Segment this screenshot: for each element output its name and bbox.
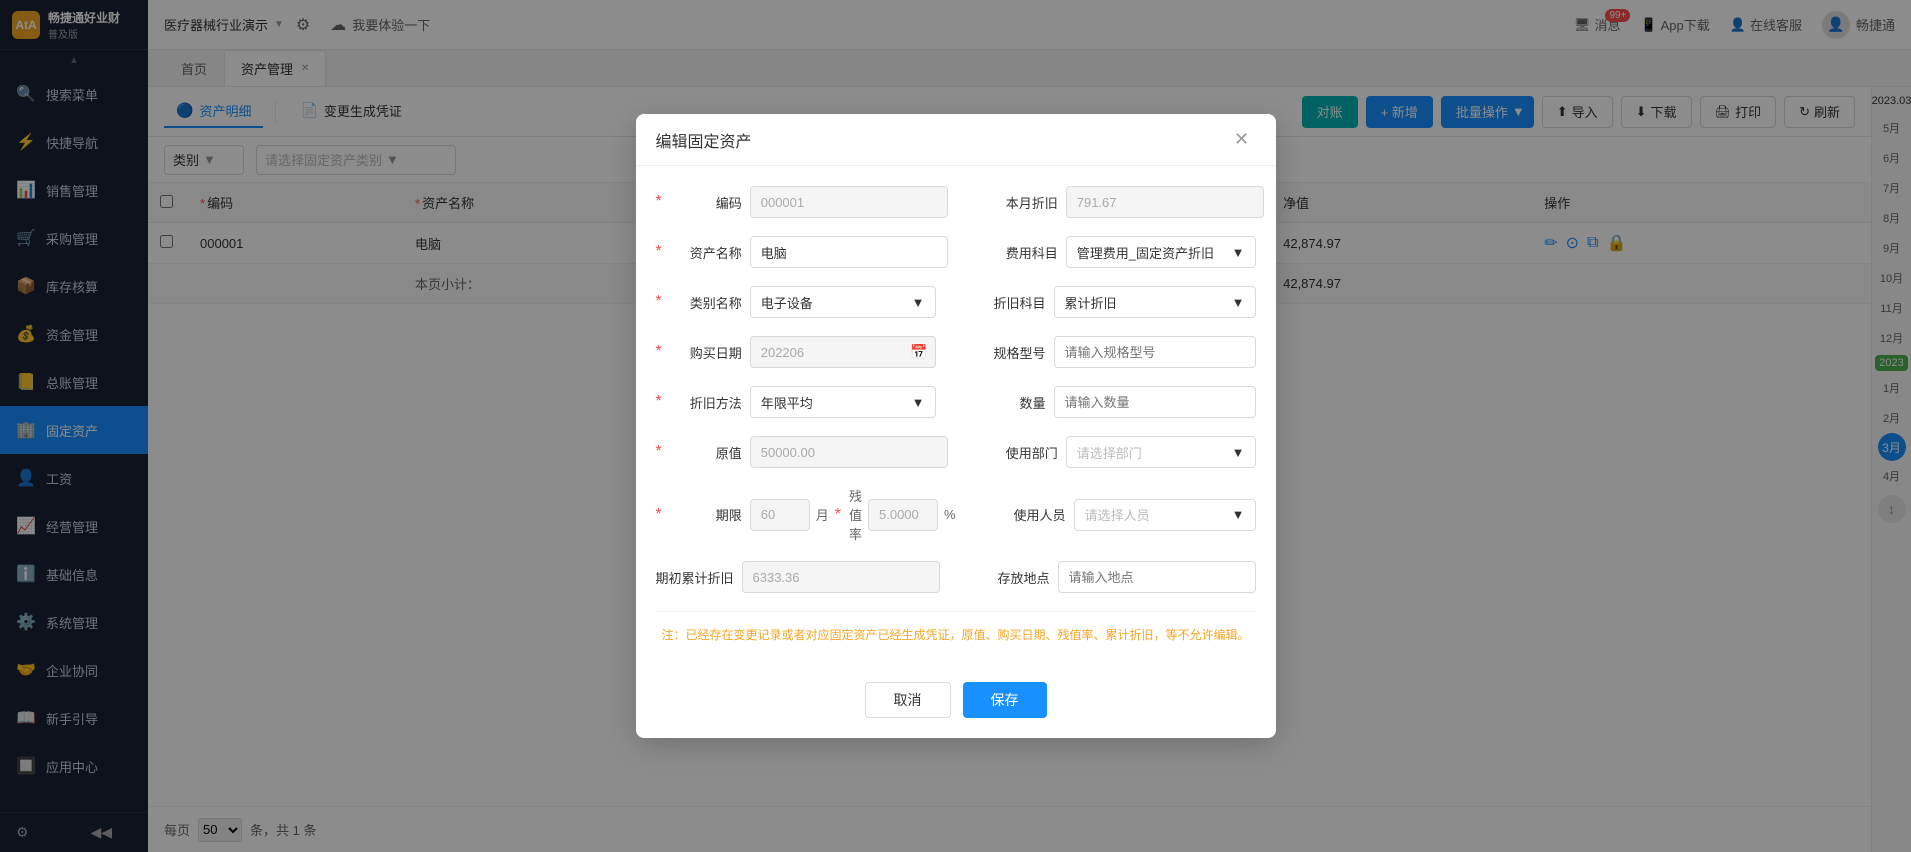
dept-arrow: ▼ [1232,445,1245,460]
quantity-input[interactable] [1054,386,1256,418]
field-asset-name: * 资产名称 [656,236,948,268]
asset-name-input[interactable] [750,236,948,268]
note-divider [656,611,1256,612]
field-category: * 类别名称 电子设备 ▼ [656,286,936,318]
modal-row-4: * 购买日期 📅 规格型号 [656,336,1256,368]
cancel-button[interactable]: 取消 [865,682,951,718]
residual-required: * [835,506,841,524]
category-arrow-icon: ▼ [912,295,925,310]
category-field-label: 类别名称 [672,293,742,312]
code-label: 编码 [672,193,742,212]
field-opening-dep: 期初累计折旧 [656,561,940,593]
field-spec: 规格型号 [976,336,1256,368]
period-unit: 月 [816,505,829,524]
residual-rate-input[interactable] [868,499,938,531]
modal-row-8: 期初累计折旧 存放地点 [656,561,1256,593]
period-required: * [656,506,662,524]
modal-title: 编辑固定资产 [656,128,752,152]
expense-subject-select[interactable]: 管理费用_固定资产折旧 ▼ [1066,236,1256,268]
opening-dep-label: 期初累计折旧 [656,568,734,587]
field-purchase-date: * 购买日期 📅 [656,336,936,368]
user-placeholder: 请选择人员 [1085,505,1150,524]
residual-rate-label: 残值率 [849,486,862,543]
calendar-icon[interactable]: 📅 [910,344,927,361]
edit-asset-modal: 编辑固定资产 ✕ * 编码 本月折旧 * 资产名称 [636,114,1276,737]
period-inline: 月 * 残值率 % [750,486,956,543]
expense-subject-label: 费用科目 [988,243,1058,262]
user-select[interactable]: 请选择人员 ▼ [1074,499,1256,531]
original-value-input[interactable] [750,436,948,468]
purchase-date-label: 购买日期 [672,343,742,362]
date-required: * [656,343,662,361]
dept-placeholder: 请选择部门 [1077,443,1142,462]
dep-method-label: 折旧方法 [672,393,742,412]
field-dept: 使用部门 请选择部门 ▼ [988,436,1256,468]
field-dep-method: * 折旧方法 年限平均 ▼ [656,386,936,418]
period-input[interactable] [750,499,810,531]
modal-row-6: * 原值 使用部门 请选择部门 ▼ [656,436,1256,468]
field-quantity: 数量 [976,386,1256,418]
dept-label: 使用部门 [988,443,1058,462]
dept-select[interactable]: 请选择部门 ▼ [1066,436,1256,468]
value-required: * [656,443,662,461]
modal-close-button[interactable]: ✕ [1228,126,1256,154]
field-code: * 编码 [656,186,948,218]
monthly-dep-label: 本月折旧 [988,193,1058,212]
category-select[interactable]: 电子设备 ▼ [750,286,936,318]
original-value-label: 原值 [672,443,742,462]
modal-row-5: * 折旧方法 年限平均 ▼ 数量 [656,386,1256,418]
field-expense-subject: 费用科目 管理费用_固定资产折旧 ▼ [988,236,1256,268]
modal-header: 编辑固定资产 ✕ [636,114,1276,166]
quantity-label: 数量 [976,393,1046,412]
location-input[interactable] [1058,561,1256,593]
purchase-date-wrapper: 📅 [750,336,936,368]
user-arrow: ▼ [1232,507,1245,522]
dep-subject-select[interactable]: 累计折旧 ▼ [1054,286,1256,318]
modal-overlay[interactable]: 编辑固定资产 ✕ * 编码 本月折旧 * 资产名称 [0,0,1911,852]
dep-subject-arrow: ▼ [1232,295,1245,310]
dep-method-select[interactable]: 年限平均 ▼ [750,386,936,418]
purchase-date-input[interactable] [750,336,936,368]
modal-row-3: * 类别名称 电子设备 ▼ 折旧科目 累计折旧 ▼ [656,286,1256,318]
field-original-value: * 原值 [656,436,948,468]
name-required: * [656,243,662,261]
period-label: 期限 [672,505,742,524]
dep-subject-value: 累计折旧 [1065,293,1117,312]
method-required: * [656,393,662,411]
monthly-dep-input[interactable] [1066,186,1264,218]
opening-dep-input[interactable] [742,561,940,593]
location-label: 存放地点 [980,568,1050,587]
dep-subject-label: 折旧科目 [976,293,1046,312]
field-location: 存放地点 [980,561,1256,593]
residual-rate-unit: % [944,507,956,522]
modal-row-2: * 资产名称 费用科目 管理费用_固定资产折旧 ▼ [656,236,1256,268]
modal-body: * 编码 本月折旧 * 资产名称 费用科目 [636,166,1276,665]
code-input[interactable] [750,186,948,218]
modal-note: 注：已经存在变更记录或者对应固定资产已经生成凭证，原值、购买日期、残值率、累计折… [656,616,1256,655]
expense-subject-arrow: ▼ [1232,245,1245,260]
field-monthly-dep: 本月折旧 [988,186,1264,218]
dep-method-arrow: ▼ [912,395,925,410]
field-user: 使用人员 请选择人员 ▼ [996,499,1256,531]
modal-row-7: * 期限 月 * 残值率 % 使用人员 请选择人员 ▼ [656,486,1256,543]
field-dep-subject: 折旧科目 累计折旧 ▼ [976,286,1256,318]
asset-name-label: 资产名称 [672,243,742,262]
category-select-value: 电子设备 [761,293,813,312]
modal-row-1: * 编码 本月折旧 [656,186,1256,218]
save-button[interactable]: 保存 [963,682,1047,718]
user-label: 使用人员 [996,505,1066,524]
spec-input[interactable] [1054,336,1256,368]
code-required: * [656,193,662,211]
dep-method-value: 年限平均 [761,393,813,412]
field-period: * 期限 月 * 残值率 % [656,486,956,543]
category-required: * [656,293,662,311]
modal-footer: 取消 保存 [636,666,1276,738]
spec-label: 规格型号 [976,343,1046,362]
expense-subject-value: 管理费用_固定资产折旧 [1077,243,1214,262]
